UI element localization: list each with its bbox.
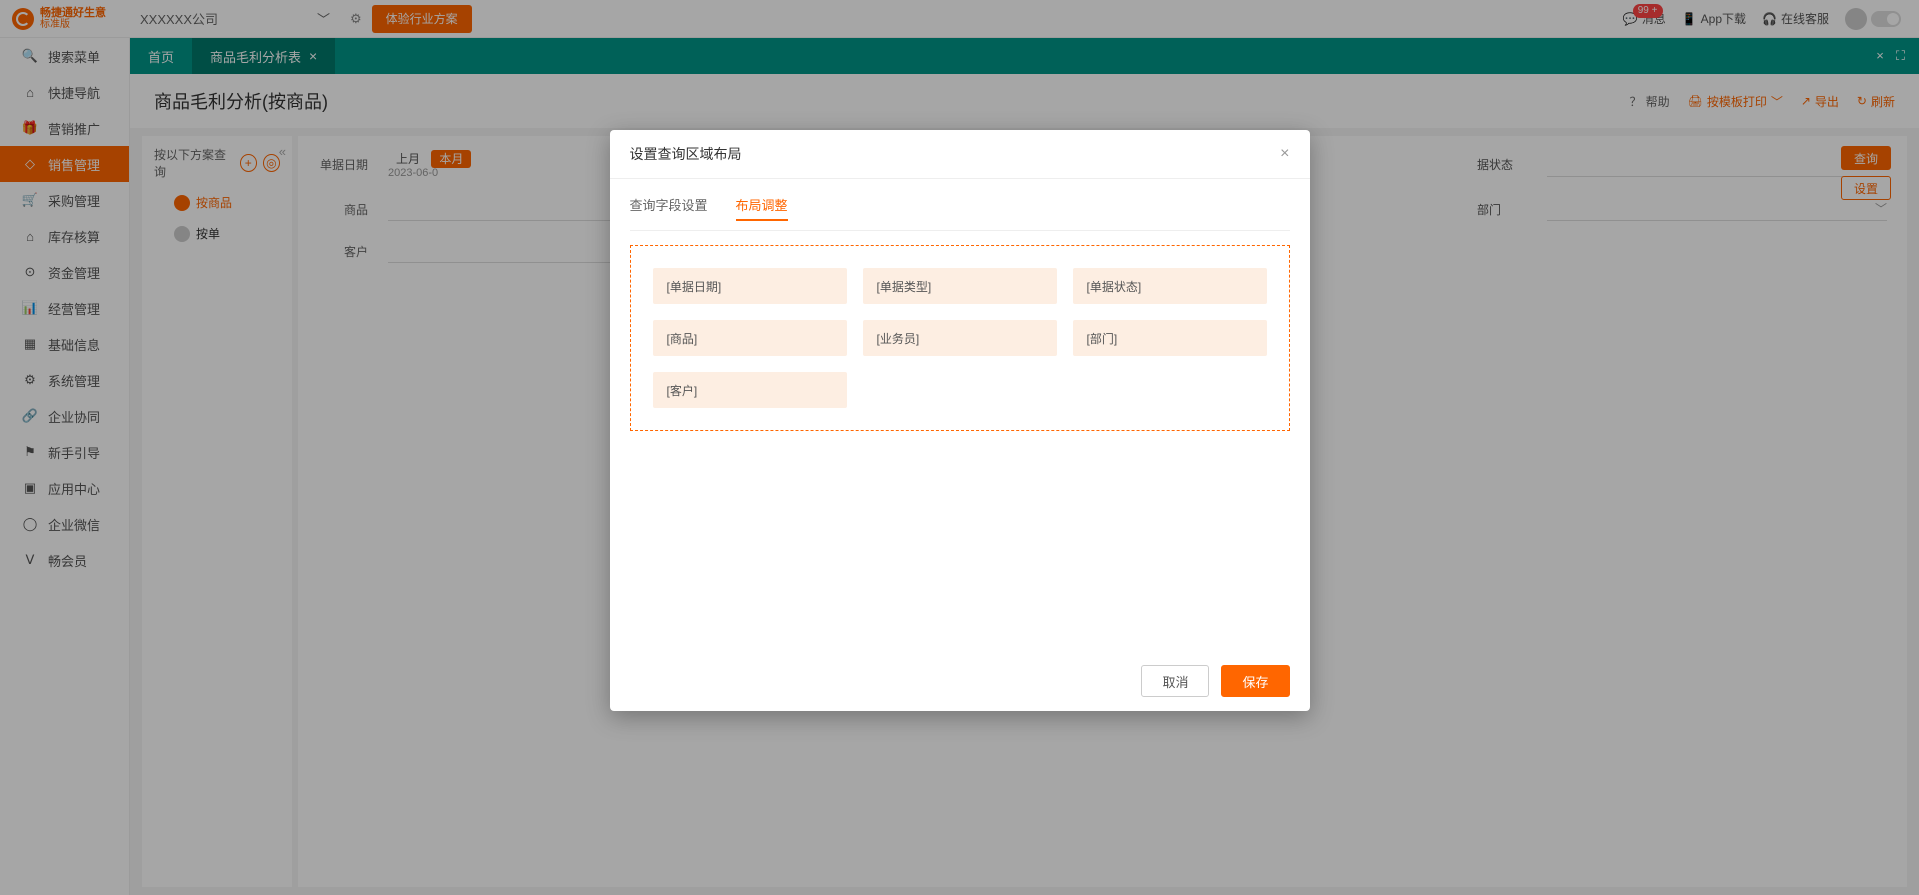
layout-chip-date[interactable]: [单据日期] <box>653 268 847 304</box>
layout-chip-product[interactable]: [商品] <box>653 320 847 356</box>
modal-title: 设置查询区域布局 <box>630 144 742 164</box>
layout-dropzone[interactable]: [单据日期] [单据类型] [单据状态] [商品] [业务员] [部门] [客户… <box>630 245 1290 431</box>
layout-chip-type[interactable]: [单据类型] <box>863 268 1057 304</box>
modal-cancel-button[interactable]: 取消 <box>1141 665 1209 697</box>
layout-chip-salesperson[interactable]: [业务员] <box>863 320 1057 356</box>
modal-tab-layout[interactable]: 布局调整 <box>736 189 788 220</box>
layout-chip-status[interactable]: [单据状态] <box>1073 268 1267 304</box>
modal-save-button[interactable]: 保存 <box>1221 665 1289 697</box>
modal-tab-fields[interactable]: 查询字段设置 <box>630 189 708 220</box>
layout-chip-dept[interactable]: [部门] <box>1073 320 1267 356</box>
layout-chip-customer[interactable]: [客户] <box>653 372 847 408</box>
modal-dialog: 设置查询区域布局 × 查询字段设置 布局调整 [单据日期] [单据类型] [单据… <box>610 130 1310 711</box>
modal-close-button[interactable]: × <box>1280 145 1289 163</box>
modal-overlay: 设置查询区域布局 × 查询字段设置 布局调整 [单据日期] [单据类型] [单据… <box>0 0 1919 895</box>
